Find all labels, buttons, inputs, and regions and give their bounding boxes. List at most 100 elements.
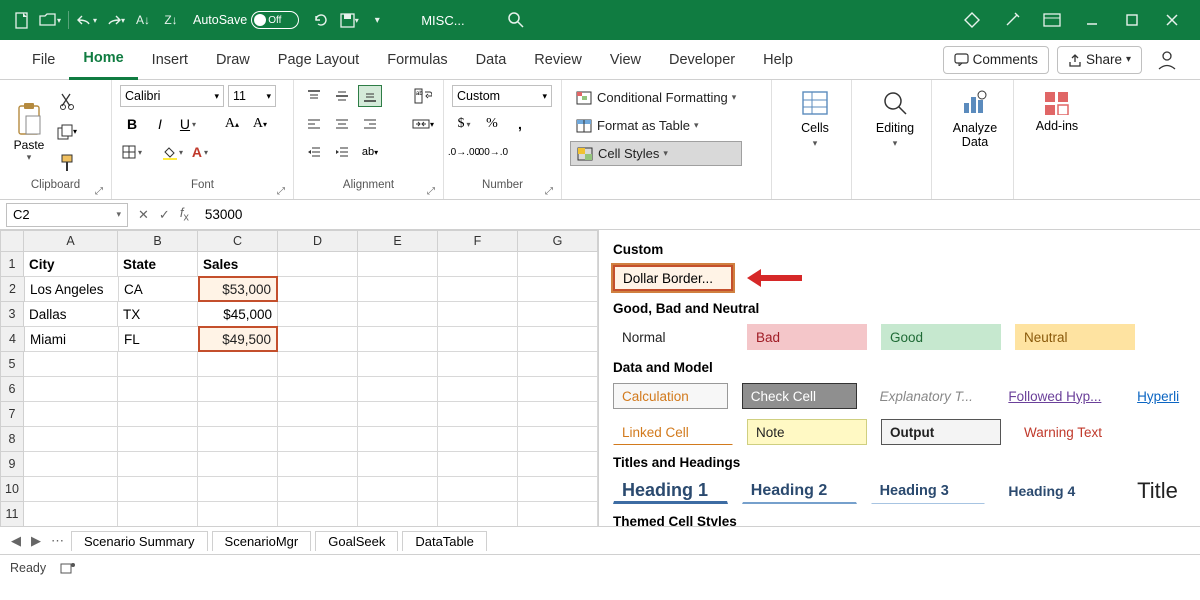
cell[interactable] xyxy=(438,252,518,277)
merge-center-icon[interactable]: ▾ xyxy=(411,113,435,135)
copy-icon[interactable]: ▾ xyxy=(56,121,78,143)
qat-more-icon[interactable]: ▾ xyxy=(366,9,388,31)
col-header[interactable]: A xyxy=(24,230,118,252)
cell[interactable] xyxy=(438,302,518,327)
col-header[interactable]: D xyxy=(278,230,358,252)
style-title[interactable]: Title xyxy=(1128,478,1186,504)
new-file-icon[interactable] xyxy=(11,9,33,31)
diamond-icon[interactable] xyxy=(955,9,989,31)
cell[interactable] xyxy=(24,477,118,502)
align-center-icon[interactable] xyxy=(330,113,354,135)
cell[interactable] xyxy=(358,352,438,377)
cell[interactable] xyxy=(118,477,198,502)
decrease-font-icon[interactable]: A▾ xyxy=(248,113,272,135)
cell[interactable] xyxy=(278,377,358,402)
cell[interactable] xyxy=(198,402,278,427)
style-dollar-border[interactable]: Dollar Border... xyxy=(613,265,733,291)
row-header[interactable]: 10 xyxy=(0,477,24,502)
number-launcher[interactable]: ⤢ xyxy=(545,186,553,197)
editing-button[interactable]: Editing▾ xyxy=(860,85,930,150)
cell[interactable]: CA xyxy=(119,277,199,302)
select-all-corner[interactable] xyxy=(0,230,24,252)
autosave-toggle[interactable]: AutoSave Off xyxy=(193,11,299,29)
search-icon[interactable] xyxy=(505,9,527,31)
undo-icon[interactable]: ▾ xyxy=(76,9,98,31)
cell[interactable] xyxy=(118,452,198,477)
decrease-decimal-icon[interactable]: .00→.0 xyxy=(480,141,504,163)
cell[interactable]: City xyxy=(24,252,118,277)
percent-format-icon[interactable]: % xyxy=(480,113,504,135)
sync-icon[interactable] xyxy=(310,9,332,31)
cell[interactable] xyxy=(358,502,438,526)
sort-asc-icon[interactable]: A↓ xyxy=(132,9,154,31)
minimize-icon[interactable] xyxy=(1075,9,1109,31)
tab-insert[interactable]: Insert xyxy=(138,40,202,80)
cell[interactable] xyxy=(198,452,278,477)
number-format-select[interactable]: Custom▾ xyxy=(452,85,552,107)
open-file-icon[interactable]: ▾ xyxy=(39,9,61,31)
cell[interactable] xyxy=(518,277,598,302)
paste-button[interactable]: Paste▾ xyxy=(8,85,50,179)
sheet-tab[interactable]: ScenarioMgr xyxy=(212,531,312,551)
share-button[interactable]: Share▾ xyxy=(1057,46,1142,74)
cell[interactable]: Los Angeles xyxy=(25,277,119,302)
cell[interactable]: State xyxy=(118,252,198,277)
col-header[interactable]: E xyxy=(358,230,438,252)
row-header[interactable]: 1 xyxy=(0,252,24,277)
fx-icon[interactable]: fx xyxy=(180,205,189,224)
cell[interactable] xyxy=(358,402,438,427)
style-followed-hyperlink[interactable]: Followed Hyp... xyxy=(999,383,1114,409)
tab-developer[interactable]: Developer xyxy=(655,40,749,80)
cell[interactable] xyxy=(278,352,358,377)
sort-desc-icon[interactable]: Z↓ xyxy=(160,9,182,31)
maximize-icon[interactable] xyxy=(1115,9,1149,31)
cell[interactable] xyxy=(278,452,358,477)
cell-styles-button[interactable]: Cell Styles▾ xyxy=(570,141,742,166)
style-hyperlink[interactable]: Hyperli xyxy=(1128,383,1186,409)
cell[interactable] xyxy=(438,477,518,502)
cell[interactable]: Miami xyxy=(25,327,119,352)
cell[interactable] xyxy=(118,427,198,452)
cell[interactable] xyxy=(358,377,438,402)
wrap-text-icon[interactable]: ab xyxy=(411,85,435,107)
col-header[interactable]: G xyxy=(518,230,598,252)
cell[interactable] xyxy=(438,402,518,427)
cell[interactable] xyxy=(198,427,278,452)
cell[interactable] xyxy=(438,327,518,352)
comments-button[interactable]: Comments xyxy=(943,46,1049,74)
style-good[interactable]: Good xyxy=(881,324,1001,350)
align-right-icon[interactable] xyxy=(358,113,382,135)
cell[interactable]: Sales xyxy=(198,252,278,277)
format-painter-icon[interactable] xyxy=(56,152,78,174)
col-header[interactable]: F xyxy=(438,230,518,252)
tab-home[interactable]: Home xyxy=(69,40,137,80)
spreadsheet-grid[interactable]: A B C D E F G 1CityStateSales2Los Angele… xyxy=(0,230,598,526)
align-bottom-icon[interactable] xyxy=(358,85,382,107)
cell[interactable] xyxy=(358,252,438,277)
cell[interactable] xyxy=(518,402,598,427)
style-note[interactable]: Note xyxy=(747,419,867,445)
cell[interactable] xyxy=(438,502,518,526)
sheet-nav-next[interactable]: ▶ xyxy=(28,533,44,549)
save-icon[interactable]: ▾ xyxy=(338,9,360,31)
cell[interactable] xyxy=(358,277,438,302)
tab-formulas[interactable]: Formulas xyxy=(373,40,461,80)
align-left-icon[interactable] xyxy=(302,113,326,135)
font-color-button[interactable]: A▾ xyxy=(188,141,212,163)
increase-decimal-icon[interactable]: .0→.00 xyxy=(452,141,476,163)
cell[interactable] xyxy=(24,377,118,402)
cancel-formula-icon[interactable]: ✕ xyxy=(138,207,149,223)
cell[interactable] xyxy=(358,477,438,502)
tab-page-layout[interactable]: Page Layout xyxy=(264,40,373,80)
cell[interactable] xyxy=(198,352,278,377)
style-explanatory[interactable]: Explanatory T... xyxy=(871,383,986,409)
style-normal[interactable]: Normal xyxy=(613,324,733,350)
tab-draw[interactable]: Draw xyxy=(202,40,264,80)
formula-input[interactable] xyxy=(199,207,1200,222)
cell[interactable] xyxy=(518,352,598,377)
bold-button[interactable]: B xyxy=(120,113,144,135)
cells-button[interactable]: Cells▾ xyxy=(780,85,850,150)
cell[interactable] xyxy=(118,402,198,427)
enter-formula-icon[interactable]: ✓ xyxy=(159,207,170,223)
cell[interactable] xyxy=(278,477,358,502)
